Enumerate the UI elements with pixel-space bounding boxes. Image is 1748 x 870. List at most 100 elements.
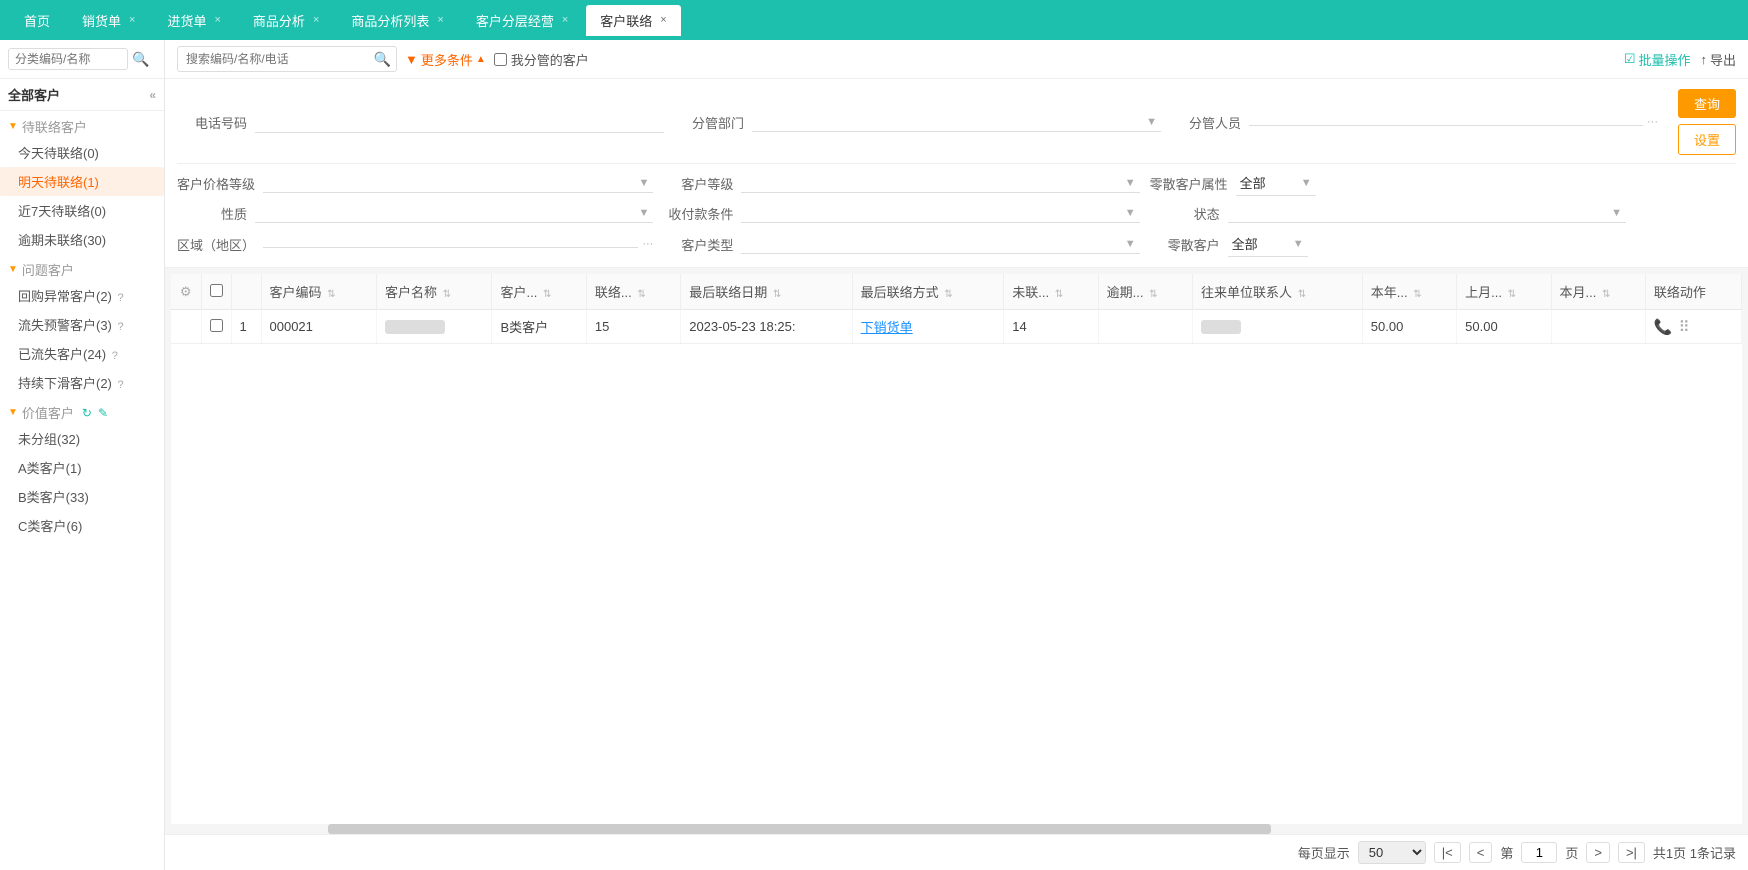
sort-year-icon[interactable]: ⇅: [1413, 289, 1421, 300]
nav-home[interactable]: 首页: [10, 5, 64, 36]
th-customer-code[interactable]: 客户编码 ⇅: [261, 274, 376, 310]
phone-action-icon[interactable]: 📞: [1654, 318, 1673, 336]
th-this-month[interactable]: 本月... ⇅: [1551, 274, 1645, 310]
sidebar-item-class-a[interactable]: A类客户(1): [0, 453, 164, 482]
filter-nature-select[interactable]: ▼: [255, 204, 653, 223]
refresh-value-icon[interactable]: ↻: [82, 406, 92, 420]
nav-goods-analysis-list[interactable]: 商品分析列表 ×: [337, 5, 457, 36]
close-goods-analysis-icon[interactable]: ×: [313, 14, 319, 26]
th-contacts[interactable]: 联络... ⇅: [586, 274, 680, 310]
sidebar-item-overdue[interactable]: 逾期未联络(30): [0, 225, 164, 254]
close-goods-list-icon[interactable]: ×: [437, 14, 443, 26]
filter-manager-select[interactable]: [1249, 119, 1643, 126]
sidebar-item-churn-warning[interactable]: 流失预警客户(3) ?: [0, 310, 164, 339]
sidebar-item-ungrouped[interactable]: 未分组(32): [0, 424, 164, 453]
sidebar-item-class-c[interactable]: C类客户(6): [0, 511, 164, 540]
next-page-button[interactable]: >: [1586, 842, 1610, 863]
sidebar-search-area: 🔍: [0, 40, 164, 79]
settings-button[interactable]: 设置: [1678, 124, 1736, 155]
sidebar-all-customers[interactable]: 全部客户 «: [0, 79, 164, 111]
sort-date-icon[interactable]: ⇅: [773, 289, 781, 300]
table-header-row: ⚙ 客户编码 ⇅ 客户名称 ⇅: [171, 274, 1742, 310]
my-customers-checkbox-wrap[interactable]: 我分管的客户: [494, 50, 589, 69]
scrollbar-thumb[interactable]: [328, 824, 1271, 834]
filter-retail-attr-select[interactable]: 全部 ▼: [1236, 170, 1316, 196]
sidebar-item-class-b[interactable]: B类客户(33): [0, 482, 164, 511]
filter-customer-type-select[interactable]: ▼: [741, 235, 1139, 254]
last-contact-link[interactable]: 下销货单: [861, 320, 913, 335]
th-customer-name[interactable]: 客户名称 ⇅: [376, 274, 491, 310]
customer-name-blurred: [385, 320, 445, 334]
sidebar-item-today[interactable]: 今天待联络(0): [0, 138, 164, 167]
th-action: 联络动作: [1645, 274, 1741, 310]
th-unit-contact[interactable]: 往来单位联系人 ⇅: [1193, 274, 1363, 310]
sidebar-item-churned[interactable]: 已流失客户(24) ?: [0, 339, 164, 368]
sidebar-item-tomorrow[interactable]: 明天待联络(1): [0, 167, 164, 196]
prev-page-button[interactable]: <: [1469, 842, 1493, 863]
sort-type-icon[interactable]: ⇅: [543, 289, 551, 300]
close-sales-icon[interactable]: ×: [129, 14, 135, 26]
td-customer-code: 000021: [261, 310, 376, 344]
th-not-contacted[interactable]: 未联... ⇅: [1004, 274, 1098, 310]
nav-customer-tier[interactable]: 客户分层经营 ×: [462, 5, 582, 36]
last-page-button[interactable]: >|: [1618, 842, 1645, 863]
page-number-input[interactable]: [1521, 842, 1557, 863]
horizontal-scrollbar[interactable]: [171, 824, 1742, 834]
sort-code-icon[interactable]: ⇅: [327, 289, 335, 300]
grid-action-icon[interactable]: ⠿: [1679, 318, 1690, 336]
close-customer-tier-icon[interactable]: ×: [562, 14, 568, 26]
filter-region-select[interactable]: [263, 241, 638, 248]
filter-status-select[interactable]: ▼: [1228, 204, 1626, 223]
filter-phone-input[interactable]: [255, 111, 664, 133]
select-all-checkbox[interactable]: [210, 284, 223, 297]
first-page-button[interactable]: |<: [1434, 842, 1461, 863]
nav-sales[interactable]: 销货单 ×: [68, 5, 149, 36]
more-filter-button[interactable]: ▼ 更多条件 ▲: [405, 50, 486, 69]
filter-retail-select[interactable]: 全部 ▼: [1228, 231, 1308, 257]
nav-customer-contact[interactable]: 客户联络 ×: [586, 5, 680, 36]
th-gear[interactable]: ⚙: [171, 274, 201, 310]
export-button[interactable]: ↑ 导出: [1700, 50, 1736, 69]
main-search-icon[interactable]: 🔍: [374, 51, 391, 68]
main-content: 🔍 ▼ 更多条件 ▲ 我分管的客户 ☑ 批量操作 ↑ 导出: [165, 40, 1748, 870]
close-customer-contact-icon[interactable]: ×: [660, 14, 666, 26]
th-overdue[interactable]: 逾期... ⇅: [1098, 274, 1192, 310]
nav-goods-analysis[interactable]: 商品分析 ×: [239, 5, 333, 36]
sidebar-item-repurchase[interactable]: 回购异常客户(2) ?: [0, 281, 164, 310]
th-customer-type[interactable]: 客户... ⇅: [492, 274, 586, 310]
close-purchase-icon[interactable]: ×: [214, 14, 220, 26]
sidebar-search-input[interactable]: [8, 48, 128, 70]
sort-lmonth-icon[interactable]: ⇅: [1508, 289, 1516, 300]
sidebar-item-7days[interactable]: 近7天待联络(0): [0, 196, 164, 225]
sort-month-icon[interactable]: ⇅: [1602, 289, 1610, 300]
my-customers-checkbox[interactable]: [494, 53, 507, 66]
filter-price-grade-select[interactable]: ▼: [263, 174, 653, 193]
filter-customer-grade-select[interactable]: ▼: [741, 174, 1139, 193]
sort-unit-icon[interactable]: ⇅: [1298, 289, 1306, 300]
main-search-input[interactable]: [177, 46, 397, 72]
filter-manager-more-icon[interactable]: ···: [1647, 116, 1658, 128]
th-last-contact-method[interactable]: 最后联络方式 ⇅: [852, 274, 1004, 310]
sidebar-search-icon[interactable]: 🔍: [132, 51, 149, 68]
edit-value-icon[interactable]: ✎: [98, 406, 108, 420]
td-last-contact-method: 下销货单: [852, 310, 1004, 344]
th-this-year[interactable]: 本年... ⇅: [1362, 274, 1456, 310]
sort-nc-icon[interactable]: ⇅: [1055, 289, 1063, 300]
nav-purchase[interactable]: 进货单 ×: [153, 5, 234, 36]
filter-region-more-icon[interactable]: ···: [642, 238, 653, 250]
filter-dept-select[interactable]: ▼: [752, 113, 1161, 132]
row-checkbox[interactable]: [210, 319, 223, 332]
page-size-label: 每页显示: [1298, 843, 1350, 862]
sidebar-item-declining[interactable]: 持续下滑客户(2) ?: [0, 368, 164, 397]
sort-overdue-icon[interactable]: ⇅: [1149, 289, 1157, 300]
th-last-contact-date[interactable]: 最后联络日期 ⇅: [681, 274, 852, 310]
sort-name-icon[interactable]: ⇅: [443, 289, 451, 300]
th-last-month[interactable]: 上月... ⇅: [1457, 274, 1551, 310]
filter-phone-label: 电话号码: [177, 113, 247, 132]
query-button[interactable]: 查询: [1678, 89, 1736, 118]
sort-contacts-icon[interactable]: ⇅: [637, 289, 645, 300]
sort-method-icon[interactable]: ⇅: [944, 289, 952, 300]
filter-payment-select[interactable]: ▼: [741, 204, 1139, 223]
batch-operation-button[interactable]: ☑ 批量操作: [1624, 50, 1691, 69]
page-size-select[interactable]: 50 100 200: [1358, 841, 1426, 864]
